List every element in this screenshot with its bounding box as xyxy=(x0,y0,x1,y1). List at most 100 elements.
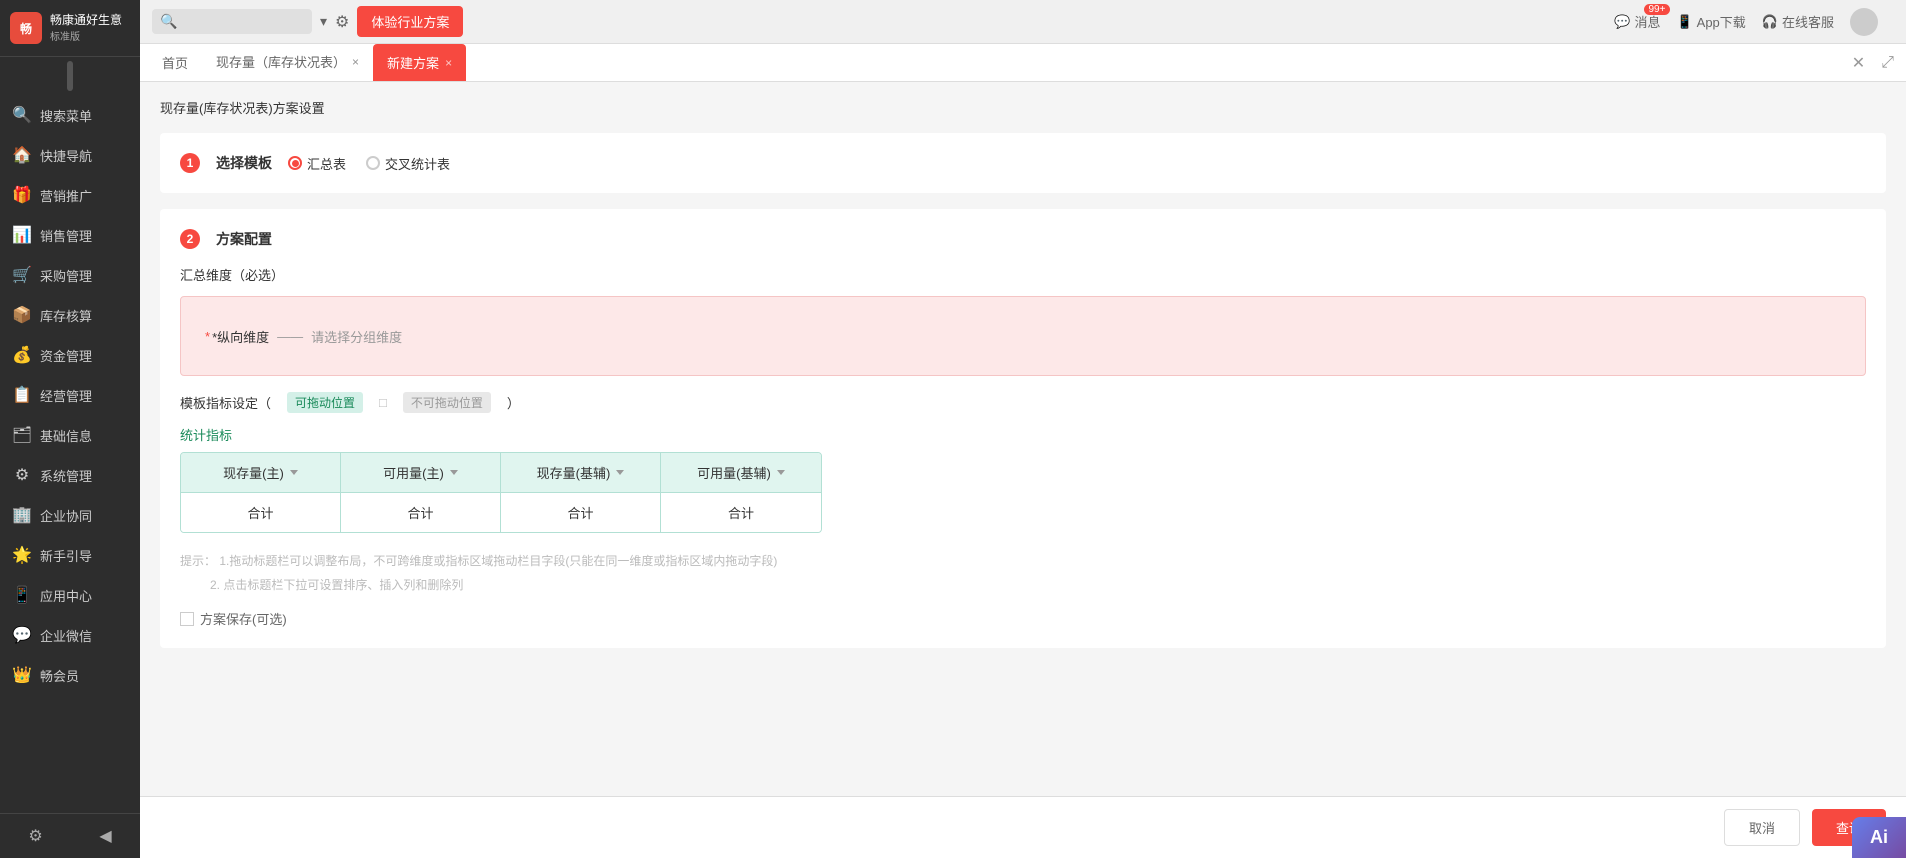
section2-num: 2 xyxy=(180,229,200,249)
sidebar-item-label: 系统管理 xyxy=(40,466,92,485)
service-button[interactable]: 🎧 在线客服 xyxy=(1762,12,1834,31)
content-area: 现存量(库存状况表)方案设置 1 选择模板 汇总表 交叉统计表 xyxy=(140,82,1906,796)
building-icon: 🏢 xyxy=(12,505,32,525)
tab-home-label: 首页 xyxy=(162,53,188,72)
service-label: 在线客服 xyxy=(1782,12,1834,31)
radio-cross-label: 交叉统计表 xyxy=(385,154,450,173)
logo-letter: 畅 xyxy=(20,20,32,37)
tab-new-plan[interactable]: 新建方案 × xyxy=(373,44,466,81)
th-dropdown-0[interactable] xyxy=(290,470,298,475)
sidebar: 畅 畅康通好生意 标准版 🔍 搜索菜单 🏠 快捷导航 🎁 营销推广 📊 销售管理… xyxy=(0,0,140,858)
sidebar-item-newbie[interactable]: 🌟 新手引导 xyxy=(0,535,140,575)
section1-num: 1 xyxy=(180,153,200,173)
tip-1: 2. 点击标题栏下拉可设置排序、插入列和删除列 xyxy=(210,578,463,592)
topbar-right: 💬 消息 99+ 📱 App下载 🎧 在线客服 xyxy=(1614,8,1894,36)
topbar-gear-icon[interactable]: ⚙ xyxy=(335,12,349,32)
close-panel-btn[interactable]: ✕ xyxy=(1848,49,1869,77)
trial-button[interactable]: 体验行业方案 xyxy=(357,6,463,37)
message-badge: 99+ xyxy=(1644,4,1671,15)
box-icon: 📦 xyxy=(12,305,32,325)
app-logo-icon: 畅 xyxy=(10,12,42,44)
app-download-button[interactable]: 📱 App下载 xyxy=(1676,12,1745,31)
user-avatar[interactable] xyxy=(1850,8,1878,36)
th-cell-3: 可用量(基辅) xyxy=(661,453,821,492)
td-cell-0: 合计 xyxy=(181,493,341,532)
search-area[interactable]: 🔍 xyxy=(152,9,312,34)
cart-icon: 🛒 xyxy=(12,265,32,285)
td-cell-3: 合计 xyxy=(661,493,821,532)
money-icon: 💰 xyxy=(12,345,32,365)
sidebar-item-quicknav[interactable]: 🏠 快捷导航 xyxy=(0,135,140,175)
metrics-table: 现存量(主) 可用量(主) 现存量(基辅) 可用量(基辅) xyxy=(180,452,822,533)
sidebar-item-label: 经营管理 xyxy=(40,386,92,405)
tips-title: 提示： xyxy=(180,554,216,568)
sidebar-item-label: 应用中心 xyxy=(40,586,92,605)
th-dropdown-1[interactable] xyxy=(450,470,458,475)
tab-bar: 首页 现存量（库存状况表） × 新建方案 × ✕ ⤢ xyxy=(140,44,1906,82)
th-dropdown-3[interactable] xyxy=(777,470,785,475)
settings-btn[interactable]: ⚙ xyxy=(20,822,50,850)
sidebar-item-wechat[interactable]: 💬 企业微信 xyxy=(0,615,140,655)
sidebar-item-sales[interactable]: 📊 销售管理 xyxy=(0,215,140,255)
save-option-label: 方案保存(可选) xyxy=(200,609,287,628)
td-cell-2: 合计 xyxy=(501,493,661,532)
folder-icon: 🗂 xyxy=(12,425,32,445)
metrics-separator: □ xyxy=(379,395,387,410)
chart-icon: 📊 xyxy=(12,225,32,245)
sidebar-item-base[interactable]: 🗂 基础信息 xyxy=(0,415,140,455)
sidebar-item-label: 库存核算 xyxy=(40,306,92,325)
sidebar-item-enterprise[interactable]: 🏢 企业协同 xyxy=(0,495,140,535)
sidebar-item-system[interactable]: ⚙ 系统管理 xyxy=(0,455,140,495)
tab-inventory[interactable]: 现存量（库存状况表） × xyxy=(202,44,373,81)
sidebar-item-inventory[interactable]: 📦 库存核算 xyxy=(0,295,140,335)
sidebar-bottom: ⚙ ◀ xyxy=(0,813,140,858)
sidebar-item-label: 基础信息 xyxy=(40,426,92,445)
headset-icon: 🎧 xyxy=(1762,14,1778,30)
radio-summary-circle xyxy=(288,156,302,170)
dimension-area[interactable]: * *纵向维度 —— 请选择分组维度 xyxy=(180,296,1866,376)
th-dropdown-2[interactable] xyxy=(616,470,624,475)
table-data-row: 合计 合计 合计 合计 xyxy=(181,492,821,532)
metrics-setting-row: 模板指标设定（ 可拖动位置 □ 不可拖动位置 ） xyxy=(180,392,1866,413)
sidebar-item-search[interactable]: 🔍 搜索菜单 xyxy=(0,95,140,135)
th-cell-1: 可用量(主) xyxy=(341,453,501,492)
tab-new-plan-close[interactable]: × xyxy=(445,56,452,70)
radio-cross[interactable]: 交叉统计表 xyxy=(366,154,450,173)
draggable-tag: 可拖动位置 xyxy=(287,392,363,413)
sidebar-item-label: 企业协同 xyxy=(40,506,92,525)
sidebar-nav: 🔍 搜索菜单 🏠 快捷导航 🎁 营销推广 📊 销售管理 🛒 采购管理 📦 库存核… xyxy=(0,95,140,813)
dropdown-icon[interactable]: ▾ xyxy=(320,13,327,30)
sidebar-item-member[interactable]: 👑 畅会员 xyxy=(0,655,140,695)
radio-summary[interactable]: 汇总表 xyxy=(288,154,346,173)
collapse-btn[interactable]: ◀ xyxy=(91,822,119,850)
page-title: 现存量(库存状况表)方案设置 xyxy=(160,98,1886,117)
save-checkbox[interactable] xyxy=(180,612,194,626)
th-cell-0: 现存量(主) xyxy=(181,453,341,492)
sidebar-item-appstore[interactable]: 📱 应用中心 xyxy=(0,575,140,615)
tips-area: 提示： 1.拖动标题栏可以调整布局，不可跨维度或指标区域拖动栏目字段(只能在同一… xyxy=(180,549,1866,597)
ai-fab-button[interactable]: Ai xyxy=(1852,817,1906,858)
section1-title: 选择模板 xyxy=(216,153,272,173)
sidebar-item-label: 企业微信 xyxy=(40,626,92,645)
chat-icon: 💬 xyxy=(12,625,32,645)
clipboard-icon: 📋 xyxy=(12,385,32,405)
metrics-setting-suffix: ） xyxy=(507,393,520,412)
tab-inventory-close[interactable]: × xyxy=(352,55,359,69)
gift-icon: 🎁 xyxy=(12,185,32,205)
app-version: 标准版 xyxy=(50,28,122,43)
sidebar-item-finance[interactable]: 💰 资金管理 xyxy=(0,335,140,375)
scroll-up-indicator xyxy=(67,61,73,91)
template-radio-group: 汇总表 交叉统计表 xyxy=(288,154,450,173)
message-button[interactable]: 💬 消息 99+ xyxy=(1614,12,1660,31)
tab-home[interactable]: 首页 xyxy=(148,44,202,81)
search-input[interactable] xyxy=(183,15,283,29)
message-icon: 💬 xyxy=(1614,14,1630,30)
cancel-button[interactable]: 取消 xyxy=(1724,809,1800,846)
app-name: 畅康通好生意 xyxy=(50,13,122,29)
sidebar-logo: 畅 畅康通好生意 标准版 xyxy=(0,0,140,57)
section2-header: 2 方案配置 xyxy=(180,229,1866,249)
sidebar-item-marketing[interactable]: 🎁 营销推广 xyxy=(0,175,140,215)
sidebar-item-operations[interactable]: 📋 经营管理 xyxy=(0,375,140,415)
expand-panel-btn[interactable]: ⤢ xyxy=(1877,50,1898,76)
sidebar-item-purchase[interactable]: 🛒 采购管理 xyxy=(0,255,140,295)
